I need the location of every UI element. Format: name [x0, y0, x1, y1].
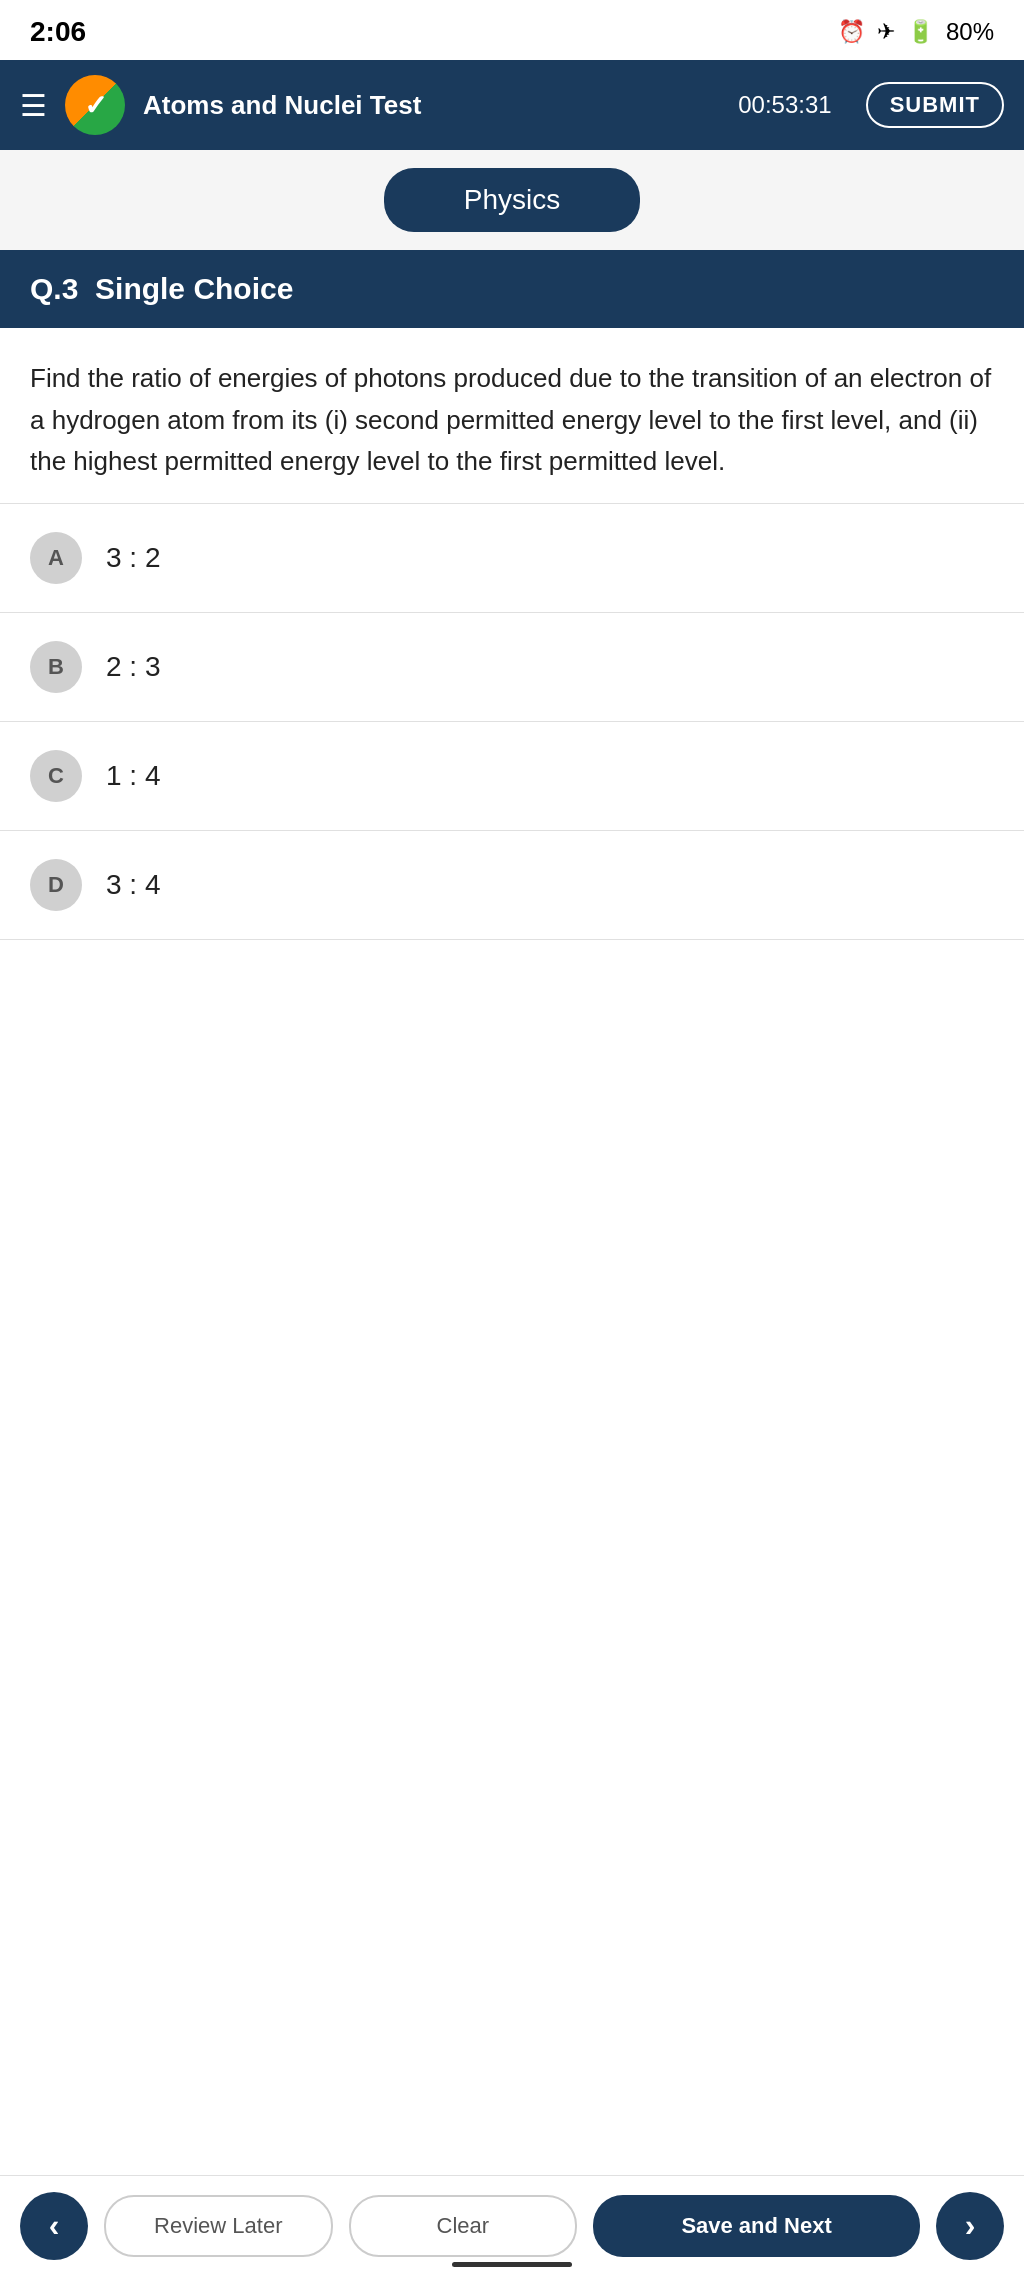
question-content: Find the ratio of energies of photons pr… — [0, 328, 1024, 504]
option-c-label: C — [48, 763, 64, 789]
alarm-icon: ⏰ — [838, 19, 865, 45]
question-type: Single Choice — [95, 272, 293, 305]
bottom-navigation: ‹ Review Later Clear Save and Next › — [0, 2175, 1024, 2275]
test-title: Atoms and Nuclei Test — [143, 90, 720, 121]
submit-button[interactable]: SUBMIT — [866, 82, 1004, 128]
battery-percentage: 80% — [946, 18, 994, 46]
home-indicator — [452, 2262, 572, 2267]
option-d[interactable]: D 3 : 4 — [0, 831, 1024, 940]
option-a[interactable]: A 3 : 2 — [0, 504, 1024, 613]
option-c-circle: C — [30, 750, 82, 802]
airplane-icon: ✈ — [877, 19, 895, 45]
save-next-button[interactable]: Save and Next — [593, 2195, 920, 2257]
prev-button[interactable]: ‹ — [20, 2192, 88, 2260]
app-header: ☰ ✓ Atoms and Nuclei Test 00:53:31 SUBMI… — [0, 60, 1024, 150]
question-header: Q.3 Single Choice — [0, 250, 1024, 328]
clear-button[interactable]: Clear — [349, 2195, 578, 2257]
prev-arrow-icon: ‹ — [49, 2207, 60, 2244]
next-arrow-icon: › — [965, 2207, 976, 2244]
option-b-text: 2 : 3 — [106, 651, 160, 683]
physics-tab[interactable]: Physics — [384, 168, 640, 232]
option-b[interactable]: B 2 : 3 — [0, 613, 1024, 722]
option-c-text: 1 : 4 — [106, 760, 160, 792]
question-text: Find the ratio of energies of photons pr… — [30, 358, 994, 483]
page-wrapper: 2:06 ⏰ ✈ 🔋 80% ☰ ✓ Atoms and Nuclei Test… — [0, 0, 1024, 2275]
option-d-label: D — [48, 872, 64, 898]
option-c[interactable]: C 1 : 4 — [0, 722, 1024, 831]
subject-tab-container: Physics — [0, 150, 1024, 250]
battery-icon: 🔋 — [907, 19, 934, 45]
options-container: A 3 : 2 B 2 : 3 C 1 : 4 D 3 : 4 — [0, 504, 1024, 940]
content-spacer — [0, 940, 1024, 2175]
status-time: 2:06 — [30, 16, 86, 48]
checkmark-icon: ✓ — [84, 89, 107, 122]
option-d-circle: D — [30, 859, 82, 911]
status-icons: ⏰ ✈ 🔋 80% — [838, 18, 994, 46]
option-d-text: 3 : 4 — [106, 869, 160, 901]
option-b-label: B — [48, 654, 64, 680]
app-logo: ✓ — [65, 75, 125, 135]
next-button[interactable]: › — [936, 2192, 1004, 2260]
option-b-circle: B — [30, 641, 82, 693]
question-number: Q.3 — [30, 272, 78, 305]
review-later-button[interactable]: Review Later — [104, 2195, 333, 2257]
menu-icon[interactable]: ☰ — [20, 88, 47, 123]
option-a-circle: A — [30, 532, 82, 584]
timer-display: 00:53:31 — [738, 91, 831, 119]
question-label: Q.3 Single Choice — [30, 272, 293, 305]
status-bar: 2:06 ⏰ ✈ 🔋 80% — [0, 0, 1024, 60]
option-a-label: A — [48, 545, 64, 571]
option-a-text: 3 : 2 — [106, 542, 160, 574]
